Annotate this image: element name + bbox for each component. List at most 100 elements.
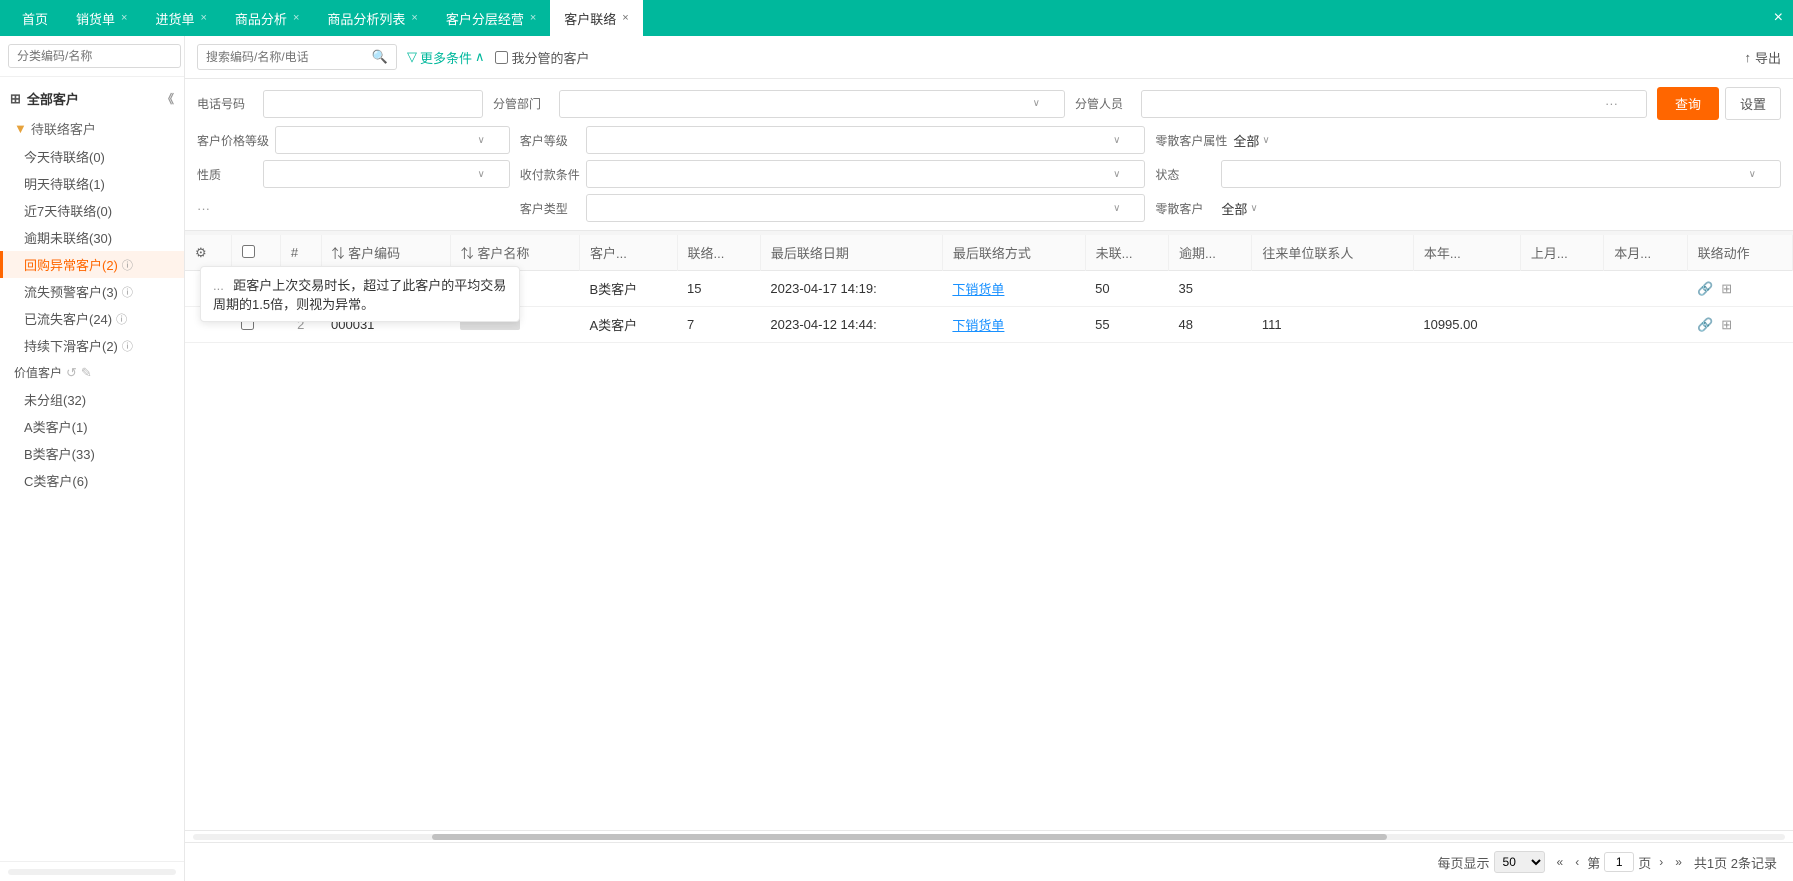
sidebar-horizontal-scroll[interactable] [8,869,176,875]
nav-customer-contact[interactable]: 客户联络 × [550,0,642,36]
sidebar-item-churned[interactable]: 已流失客户(24) ⓘ [0,305,184,332]
sidebar-item-b-class[interactable]: B类客户(33) [0,440,184,467]
scrollbar-thumb[interactable] [432,834,1387,840]
per-page-select[interactable]: 50 20 100 [1494,851,1545,873]
th-last-contact-type[interactable]: 最后联络方式 [942,235,1085,271]
nav-home-label: 首页 [22,9,48,28]
row2-grid-icon[interactable]: ⊞ [1721,317,1732,333]
nav-product-analysis[interactable]: 商品分析 × [221,0,313,36]
next-page-btn[interactable]: › [1655,853,1667,871]
window-close-icon[interactable]: × [1774,9,1783,27]
filter-retail-attr-select[interactable]: 全部 ∨ [1233,131,1269,150]
sidebar-item-declining[interactable]: 持续下滑客户(2) ⓘ [0,332,184,359]
price-chevron-icon: ∨ [477,135,484,146]
th-contact[interactable]: 联络... [677,235,760,271]
sidebar-item-tomorrow[interactable]: 明天待联络(1) [0,170,184,197]
export-button[interactable]: ↑ 导出 [1744,48,1781,67]
nav-customer-contact-close[interactable]: × [622,12,628,24]
sidebar-item-a-class[interactable]: A类客户(1) [0,413,184,440]
nav-customer-tier-close[interactable]: × [530,12,536,24]
main-search-icon[interactable]: 🔍 [372,49,388,65]
nav-sales-close[interactable]: × [121,12,127,24]
filter-manager-select[interactable]: ··· [1141,90,1647,118]
churn-warning-info-icon: ⓘ [122,284,133,300]
th-last-contact-date[interactable]: 最后联络日期 [760,235,942,271]
retail-attr-chevron-icon: ∨ [1262,135,1269,146]
row1-grid-icon[interactable]: ⊞ [1721,281,1732,297]
sidebar-item-overdue[interactable]: 逾期未联络(30) [0,224,184,251]
table-settings-icon[interactable]: ⚙ [195,245,207,260]
th-partner-contact-label: 往来单位联系人 [1262,246,1353,261]
filter-grade-select[interactable]: ∨ [586,126,1146,154]
filter-row-2: 客户价格等级 ∨ 客户等级 ∨ 零散客户属性 全部 ∨ [197,126,1781,154]
per-page-label: 每页显示 [1438,853,1490,872]
th-last-contact-type-label: 最后联络方式 [953,246,1031,261]
filter-price-select[interactable]: ∨ [275,126,510,154]
filter-customer-type-field: 客户类型 ∨ [520,194,1146,222]
nav-product-list[interactable]: 商品分析列表 × [313,0,431,36]
th-category[interactable]: 客户... [580,235,678,271]
filter-retail-customer-select[interactable]: 全部 ∨ [1221,199,1257,218]
prev-page-btn[interactable]: ‹ [1571,853,1583,871]
row2-contact-type-link[interactable]: 下销货单 [952,318,1004,333]
sidebar-item-churn-warning[interactable]: 流失预警客户(3) ⓘ [0,278,184,305]
filter-payment-label: 收付款条件 [520,166,580,183]
sidebar-item-repurchase[interactable]: 回购异常客户(2) ⓘ [0,251,184,278]
nav-product-analysis-close[interactable]: × [293,12,299,24]
th-this-month[interactable]: 本月... [1604,235,1687,271]
nav-product-list-close[interactable]: × [411,12,417,24]
my-customers-checkbox[interactable] [495,51,508,64]
nav-purchase-close[interactable]: × [200,12,206,24]
horizontal-scrollbar[interactable] [185,830,1793,842]
filter-customer-type-select[interactable]: ∨ [586,194,1146,222]
scrollbar-track [193,834,1785,840]
filter-price-field: 客户价格等级 ∨ [197,126,510,154]
row2-this-year: 10995.00 [1413,307,1520,343]
th-partner-contact[interactable]: 往来单位联系人 [1252,235,1413,271]
sidebar-item-today[interactable]: 今天待联络(0) [0,143,184,170]
row2-link-icon[interactable]: 🔗 [1697,317,1713,333]
sidebar: 🔍 ⊞ 全部客户 《 ▼ 待联络客户 今天待联络(0) 明天待联络(1) [0,36,185,881]
row1-link-icon[interactable]: 🔗 [1697,281,1713,297]
row1-contact-type-link[interactable]: 下销货单 [952,282,1004,297]
sidebar-all-customers[interactable]: ⊞ 全部客户 《 [0,83,184,114]
filter-dept-select[interactable]: ∨ [559,90,1065,118]
sidebar-item-ungroup[interactable]: 未分组(32) [0,386,184,413]
nav-customer-tier[interactable]: 客户分层经营 × [432,0,550,36]
more-conditions-btn[interactable]: ▽ 更多条件 ∧ [407,48,485,67]
nav-sales[interactable]: 销货单 × [62,0,141,36]
filter-payment-select[interactable]: ∨ [586,160,1146,188]
sidebar-item-c-class[interactable]: C类客户(6) [0,467,184,494]
main-search-input[interactable] [206,50,372,64]
th-pending-label: 未联... [1096,246,1133,261]
filter-grade-field: 客户等级 ∨ [520,126,1146,154]
first-page-btn[interactable]: « [1553,853,1568,871]
last-page-btn[interactable]: » [1671,853,1686,871]
settings-button[interactable]: 设置 [1725,87,1781,120]
query-button[interactable]: 查询 [1657,87,1719,120]
nav-home[interactable]: 首页 [8,0,62,36]
row2-contact: 7 [677,307,760,343]
manager-dots[interactable]: ··· [1601,96,1622,111]
sidebar-item-7days[interactable]: 近7天待联络(0) [0,197,184,224]
sidebar-value-icons: ↺ ✎ [66,365,92,381]
th-pending[interactable]: 未联... [1085,235,1168,271]
filter-status-select[interactable]: ∨ [1221,160,1781,188]
filter-spacer1: ··· [197,201,510,216]
nav-purchase[interactable]: 进货单 × [141,0,220,36]
th-overdue[interactable]: 逾期... [1169,235,1252,271]
sidebar-pending-title[interactable]: ▼ 待联络客户 [0,114,184,143]
refresh-icon[interactable]: ↺ [66,365,77,381]
page-input[interactable] [1604,852,1634,872]
select-all-checkbox[interactable] [242,245,255,258]
row4-dots[interactable]: ··· [197,201,210,216]
edit-icon[interactable]: ✎ [81,365,92,381]
th-last-month[interactable]: 上月... [1520,235,1603,271]
filter-phone-select[interactable] [263,90,483,118]
th-this-year[interactable]: 本年... [1413,235,1520,271]
sidebar-search-input[interactable] [8,44,181,68]
sidebar-collapse-icon[interactable]: 《 [162,90,174,107]
sidebar-value-customer-section[interactable]: 价值客户 ↺ ✎ [0,359,184,386]
filter-gender-select[interactable]: ∨ [263,160,510,188]
row1-last-month [1520,271,1603,307]
